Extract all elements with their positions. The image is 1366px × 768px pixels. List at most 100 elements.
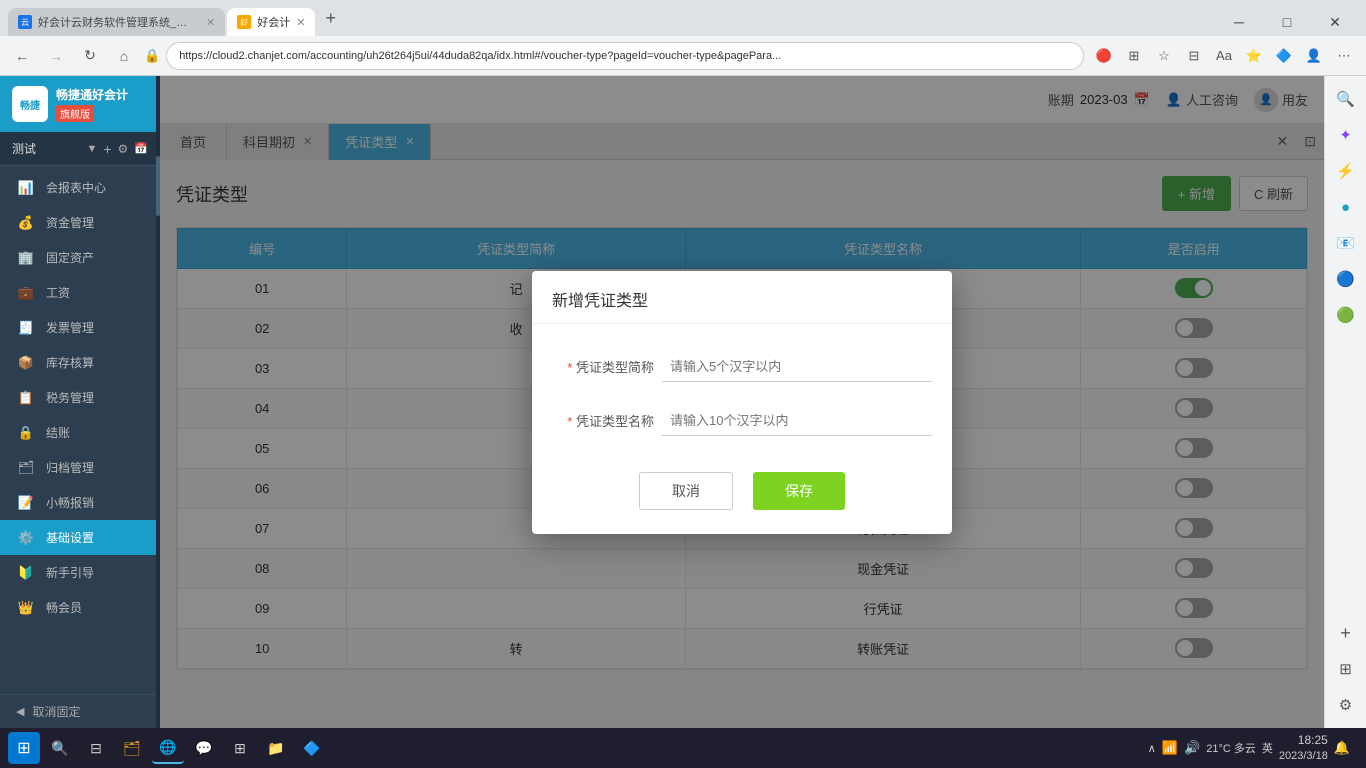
right-circle-icon[interactable]: ● <box>1331 192 1361 222</box>
time-display: 18:25 <box>1279 732 1328 749</box>
tab1-favicon: 云 <box>18 15 32 29</box>
sidebar-org-selector[interactable]: 测试 ▼ + ⚙ 📅 <box>0 132 160 166</box>
right-gear-icon[interactable]: ⚙ <box>1331 690 1361 720</box>
toolbar-icons: 🔴 ⊞ ☆ ⊟ Aa ⭐ 🔷 👤 ⋯ <box>1090 42 1358 70</box>
edge-taskbar[interactable]: 🔷 <box>296 732 328 764</box>
bookmark-icon[interactable]: 🔴 <box>1090 42 1118 70</box>
sidebar-item-member[interactable]: 👑 畅会员 <box>0 590 160 625</box>
sidebar-item-tax[interactable]: 📋 税务管理 <box>0 380 160 415</box>
tab1-close[interactable]: ✕ <box>206 16 215 29</box>
nav-back[interactable]: ← <box>8 42 36 70</box>
sidebar-item-closing[interactable]: 🔒 结账 <box>0 415 160 450</box>
extension-icon[interactable]: ⊞ <box>1120 42 1148 70</box>
right-grid-icon[interactable]: ⊞ <box>1331 654 1361 684</box>
file-explorer[interactable]: 🗂 <box>116 732 148 764</box>
sound-icon[interactable]: 🔊 <box>1184 740 1200 756</box>
sidebar-item-guide[interactable]: 🔰 新手引导 <box>0 555 160 590</box>
tab2-favicon: 好 <box>237 15 251 29</box>
tax-icon: 📋 <box>16 390 36 406</box>
dialog-footer: 取消 保存 <box>532 460 952 534</box>
sidebar-item-funds[interactable]: 💰 资金管理 <box>0 205 160 240</box>
settings-label: 基础设置 <box>46 529 94 546</box>
sidebar-item-archive[interactable]: 🗂 归档管理 <box>0 450 160 485</box>
right-lightning-icon[interactable]: ⚡ <box>1331 156 1361 186</box>
right-star-icon[interactable]: ✦ <box>1331 120 1361 150</box>
reading-view-icon[interactable]: Aa <box>1210 42 1238 70</box>
clock[interactable]: 18:25 2023/3/18 <box>1279 732 1328 764</box>
folder-taskbar[interactable]: 📁 <box>260 732 292 764</box>
dialog-header: 新增凭证类型 <box>532 271 952 324</box>
search-taskbar[interactable]: 🔍 <box>44 732 76 764</box>
window-minimize[interactable]: ─ <box>1216 8 1262 36</box>
apps-taskbar[interactable]: ⊞ <box>224 732 256 764</box>
org-settings-icon[interactable]: ⚙ <box>118 142 129 156</box>
settings-icon: ⚙️ <box>16 530 36 546</box>
sidebar-item-expense[interactable]: 📝 小畅报销 <box>0 485 160 520</box>
org-add-icon[interactable]: + <box>103 141 111 157</box>
archive-label: 归档管理 <box>46 459 94 476</box>
start-button[interactable]: ⊞ <box>8 732 40 764</box>
invoice-label: 发票管理 <box>46 319 94 336</box>
nav-forward[interactable]: → <box>42 42 70 70</box>
nav-home[interactable]: ⌂ <box>110 42 138 70</box>
date-display: 2023/3/18 <box>1279 749 1328 764</box>
star-icon[interactable]: ☆ <box>1150 42 1178 70</box>
right-outlook-icon[interactable]: 📧 <box>1331 228 1361 258</box>
new-tab-button[interactable]: + <box>317 8 344 29</box>
window-close[interactable]: ✕ <box>1312 8 1358 36</box>
task-view[interactable]: ⊟ <box>80 732 112 764</box>
save-button[interactable]: 保存 <box>753 472 845 510</box>
archive-icon: 🗂 <box>16 460 36 476</box>
guide-label: 新手引导 <box>46 564 94 581</box>
show-hidden-icon[interactable]: ∧ <box>1148 742 1156 755</box>
sidebar-item-settings[interactable]: ⚙️ 基础设置 <box>0 520 160 555</box>
dialog-body: * 凭证类型简称 * 凭证类型名称 <box>532 324 952 460</box>
sidebar-item-assets[interactable]: 🏢 固定资产 <box>0 240 160 275</box>
sidebar-item-invoice[interactable]: 🧾 发票管理 <box>0 310 160 345</box>
payroll-label: 工资 <box>46 284 70 301</box>
guide-icon: 🔰 <box>16 565 36 581</box>
tab2-close[interactable]: ✕ <box>296 16 305 29</box>
right-plus-icon[interactable]: + <box>1331 618 1361 648</box>
sidebar-edition: 旗舰版 <box>56 105 94 122</box>
reports-label: 会报表中心 <box>46 179 106 196</box>
chrome-taskbar[interactable]: 🌐 <box>152 732 184 764</box>
taskbar: ⊞ 🔍 ⊟ 🗂 🌐 💬 ⊞ 📁 🔷 ∧ 📶 🔊 21°C 多云 英 18:25 … <box>0 728 1366 768</box>
wifi-icon[interactable]: 📶 <box>1162 740 1178 756</box>
notification-icon[interactable]: 🔔 <box>1334 740 1350 756</box>
right-search-icon[interactable]: 🔍 <box>1331 84 1361 114</box>
sidebar-footer[interactable]: ◀ 取消固定 <box>0 694 160 728</box>
tax-label: 税务管理 <box>46 389 94 406</box>
member-label: 畅会员 <box>46 599 82 616</box>
tab1-title: 好会计云财务软件管理系统_会计 <box>38 14 198 30</box>
right-blue-icon[interactable]: 🔵 <box>1331 264 1361 294</box>
dialog-title: 新增凭证类型 <box>552 293 648 310</box>
abbr-input[interactable] <box>662 352 932 382</box>
closing-label: 结账 <box>46 424 70 441</box>
browser-chrome: 云 好会计云财务软件管理系统_会计 ✕ 好 好会计 ✕ + ─ □ ✕ ← → … <box>0 0 1366 728</box>
address-bar[interactable] <box>166 42 1084 70</box>
nav-refresh[interactable]: ↻ <box>76 42 104 70</box>
sidebar-item-inventory[interactable]: 📦 库存核算 <box>0 345 160 380</box>
member-icon: 👑 <box>16 600 36 616</box>
expense-icon: 📝 <box>16 495 36 511</box>
sidebar-item-reports[interactable]: 📊 会报表中心 <box>0 170 160 205</box>
user-icon[interactable]: 👤 <box>1300 42 1328 70</box>
dialog-overlay: 新增凭证类型 * 凭证类型简称 <box>160 76 1324 728</box>
browser-tab-active[interactable]: 好 好会计 ✕ <box>227 8 315 36</box>
browser-tab-bar: 云 好会计云财务软件管理系统_会计 ✕ 好 好会计 ✕ + ─ □ ✕ <box>0 0 1366 36</box>
name-input[interactable] <box>662 406 932 436</box>
sidebar-item-payroll[interactable]: 💼 工资 <box>0 275 160 310</box>
right-green-icon[interactable]: 🟢 <box>1331 300 1361 330</box>
more-icon[interactable]: ⋯ <box>1330 42 1358 70</box>
window-maximize[interactable]: □ <box>1264 8 1310 36</box>
split-view-icon[interactable]: ⊟ <box>1180 42 1208 70</box>
collections-icon[interactable]: 🔷 <box>1270 42 1298 70</box>
closing-icon: 🔒 <box>16 425 36 441</box>
browser-tab-inactive[interactable]: 云 好会计云财务软件管理系统_会计 ✕ <box>8 8 225 36</box>
cancel-button[interactable]: 取消 <box>639 472 733 510</box>
form-row-name: * 凭证类型名称 <box>552 406 932 436</box>
favorites-icon[interactable]: ⭐ <box>1240 42 1268 70</box>
wechat-taskbar[interactable]: 💬 <box>188 732 220 764</box>
language-indicator[interactable]: 英 <box>1262 740 1273 756</box>
